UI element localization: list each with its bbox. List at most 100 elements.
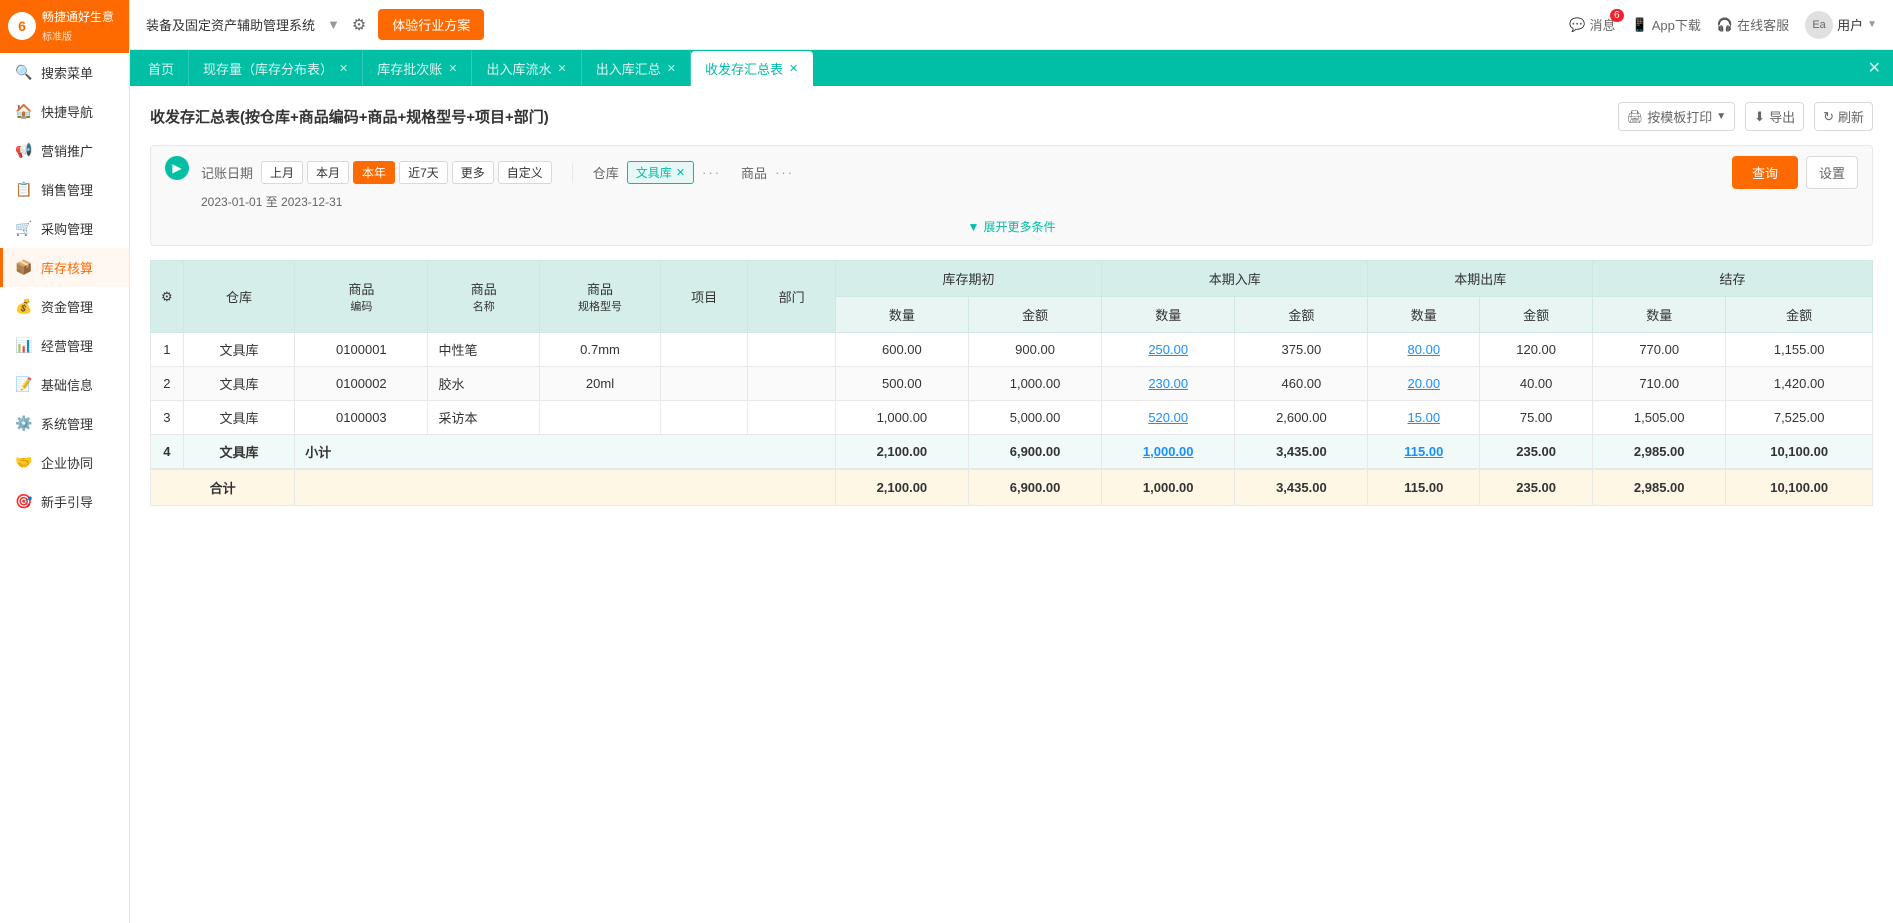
row2-in-amt: 460.00 [1235,367,1368,401]
sidebar-item-enterprise[interactable]: 🤝 企业协同 [0,443,129,482]
col-bal-qty-header: 数量 [1593,297,1726,333]
goods-more[interactable]: ··· [775,165,794,180]
col-spec-header: 商品规格型号 [540,261,661,333]
subtotal-out-qty[interactable]: 115.00 [1368,435,1480,470]
row2-name: 胶水 [428,367,540,401]
col-out-qty-header: 数量 [1368,297,1480,333]
row3-out-qty[interactable]: 15.00 [1368,401,1480,435]
sidebar-item-sales[interactable]: 📋 销售管理 [0,170,129,209]
tab-batch-label: 库存批次账 [377,59,442,78]
sidebar-item-purchase[interactable]: 🛒 采购管理 [0,209,129,248]
support-button[interactable]: 🎧 在线客服 [1717,15,1789,34]
operations-icon: 📊 [15,337,33,354]
trial-button[interactable]: 体验行业方案 [378,9,484,40]
newbie-icon: 🎯 [15,493,33,510]
settings-button[interactable]: 设置 [1806,156,1858,189]
tab-home[interactable]: 首页 [134,51,189,86]
tab-recv-send-close[interactable]: ✕ [789,62,798,75]
row1-in-qty[interactable]: 250.00 [1102,333,1235,367]
export-button[interactable]: ⬇ 导出 [1745,102,1804,131]
row3-name: 采访本 [428,401,540,435]
date-buttons: 上月 本月 本年 近7天 更多 自定义 [261,161,552,184]
table-row: 1 文具库 0100001 中性笔 0.7mm 600.00 900.00 25… [151,333,1873,367]
row3-in-qty[interactable]: 520.00 [1102,401,1235,435]
col-balance-header: 结存 [1593,261,1873,297]
date-btn-this-month[interactable]: 本月 [307,161,349,184]
row2-in-qty[interactable]: 230.00 [1102,367,1235,401]
filter-date-group: 记账日期 上月 本月 本年 近7天 更多 自定义 [201,161,552,184]
query-button[interactable]: 查询 [1732,156,1798,189]
subtotal-seq: 4 [151,435,184,470]
row3-seq: 3 [151,401,184,435]
sidebar-item-newbie[interactable]: 🎯 新手引导 [0,482,129,521]
sidebar-item-label: 快捷导航 [41,102,93,121]
tab-stock-dist-close[interactable]: ✕ [339,62,348,75]
row1-spec: 0.7mm [540,333,661,367]
sidebar-item-operations[interactable]: 📊 经营管理 [0,326,129,365]
tab-stock-dist[interactable]: 现存量（库存分布表） ✕ [189,51,363,86]
enterprise-icon: 🤝 [15,454,33,471]
warehouse-filter-label: 仓库 [593,163,619,182]
tab-summary[interactable]: 出入库汇总 ✕ [582,51,691,86]
tab-recv-send[interactable]: 收发存汇总表 ✕ [691,51,813,86]
tab-batch[interactable]: 库存批次账 ✕ [363,51,472,86]
filter-collapse-button[interactable]: ▶ [165,156,189,180]
tab-flow-close[interactable]: ✕ [558,62,567,75]
row2-bal-qty: 710.00 [1593,367,1726,401]
row2-out-qty[interactable]: 20.00 [1368,367,1480,401]
system-title-arrow: ▼ [327,17,340,32]
col-name-header: 商品名称 [428,261,540,333]
sidebar-item-finance[interactable]: 💰 资金管理 [0,287,129,326]
sidebar-item-label: 新手引导 [41,492,93,511]
total-empty [295,469,836,506]
row2-open-amt: 1,000.00 [968,367,1101,401]
print-button[interactable]: 🖨 按模板打印 ▼ [1618,102,1735,131]
expand-conditions-button[interactable]: ▼ 展开更多条件 [968,218,1056,235]
row3-open-qty: 1,000.00 [835,401,968,435]
row1-in-amt: 375.00 [1235,333,1368,367]
refresh-icon: ↻ [1823,109,1834,125]
export-icon: ⬇ [1754,109,1765,125]
date-btn-more[interactable]: 更多 [452,161,494,184]
subtotal-in-amt: 3,435.00 [1235,435,1368,470]
date-btn-this-year[interactable]: 本年 [353,161,395,184]
date-btn-last-month[interactable]: 上月 [261,161,303,184]
app-download-button[interactable]: 📱 App下载 [1632,15,1701,34]
subtotal-open-qty: 2,100.00 [835,435,968,470]
row1-open-qty: 600.00 [835,333,968,367]
date-btn-custom[interactable]: 自定义 [498,161,552,184]
tab-summary-close[interactable]: ✕ [667,62,676,75]
sidebar-item-inventory[interactable]: 📦 库存核算 [0,248,129,287]
sidebar-item-quick[interactable]: 🏠 快捷导航 [0,92,129,131]
row3-spec [540,401,661,435]
row1-out-qty[interactable]: 80.00 [1368,333,1480,367]
tab-batch-close[interactable]: ✕ [448,62,457,75]
messages-button[interactable]: 💬 消息 6 [1569,15,1615,34]
filter-bar: ▶ 记账日期 上月 本月 本年 近7天 更多 [150,145,1873,246]
subtotal-row: 4 文具库 小计 2,100.00 6,900.00 1,000.00 3,43… [151,435,1873,470]
row1-dept [748,333,835,367]
refresh-label: 刷新 [1838,107,1864,126]
row1-warehouse: 文具库 [183,333,295,367]
col-settings-header[interactable]: ⚙ [151,261,184,333]
sidebar-item-search[interactable]: 🔍 搜索菜单 [0,53,129,92]
warehouse-more[interactable]: ··· [702,165,721,180]
user-menu[interactable]: Ea 用户 ▼ [1805,11,1877,39]
date-btn-7days[interactable]: 近7天 [399,161,448,184]
warehouse-tag-close[interactable]: ✕ [676,166,685,179]
tab-flow[interactable]: 出入库流水 ✕ [472,51,581,86]
row2-code: 0100002 [295,367,428,401]
row3-dept [748,401,835,435]
settings-icon[interactable]: ⚙ [352,15,366,35]
sidebar-item-system[interactable]: ⚙️ 系统管理 [0,404,129,443]
sidebar-item-marketing[interactable]: 📢 营销推广 [0,131,129,170]
tabbar-close-all[interactable]: ✕ [1860,58,1889,78]
row3-warehouse: 文具库 [183,401,295,435]
subtotal-in-qty[interactable]: 1,000.00 [1102,435,1235,470]
total-open-qty: 2,100.00 [835,469,968,506]
refresh-button[interactable]: ↻ 刷新 [1814,102,1873,131]
sidebar-item-basic[interactable]: 📝 基础信息 [0,365,129,404]
row1-bal-qty: 770.00 [1593,333,1726,367]
col-bal-amt-header: 金额 [1726,297,1873,333]
tab-flow-label: 出入库流水 [486,59,551,78]
